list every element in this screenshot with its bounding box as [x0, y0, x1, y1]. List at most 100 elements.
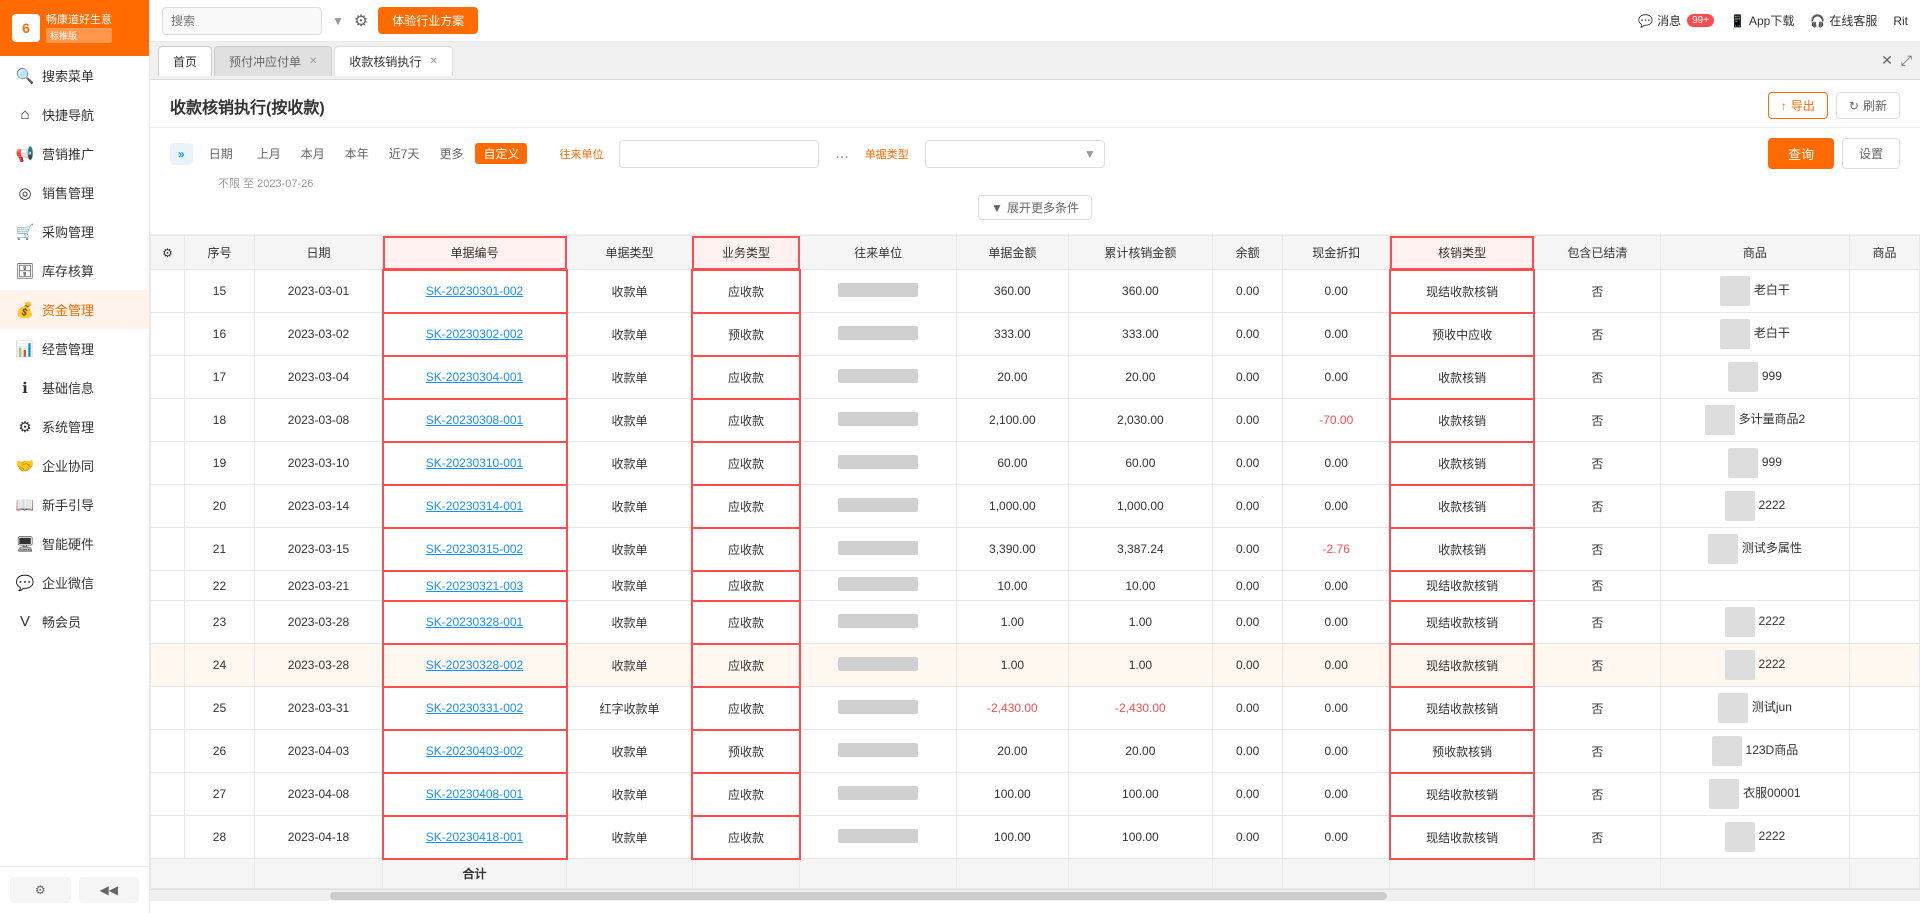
horizontal-scrollbar[interactable] [150, 889, 1920, 901]
bill-no-link[interactable]: SK-20230310-001 [426, 456, 523, 470]
sidebar-item-collab[interactable]: 🤝 企业协同 [0, 446, 149, 485]
sidebar-item-inventory[interactable]: 🗄 库存核算 [0, 251, 149, 290]
tab-close-all-icon[interactable]: ✕ [1881, 52, 1893, 69]
bill-no-link[interactable]: SK-20230328-001 [426, 615, 523, 629]
td-product: 老白干 [1660, 313, 1849, 356]
topbar-industry-btn[interactable]: 体验行业方案 [378, 7, 478, 34]
export-button[interactable]: ↑ 导出 [1768, 92, 1828, 119]
product-thumb [1725, 491, 1755, 521]
partner-filter-label: 往来单位 [559, 146, 603, 162]
td-date: 2023-03-04 [254, 356, 382, 399]
query-button[interactable]: 查询 [1768, 138, 1834, 169]
bill-no-link[interactable]: SK-20230321-003 [426, 579, 523, 593]
sidebar-item-marketing[interactable]: 📢 营销推广 [0, 134, 149, 173]
filter-expand-icon[interactable]: » [170, 143, 193, 165]
td-product2 [1849, 816, 1919, 859]
date-btn-last-month[interactable]: 上月 [249, 143, 289, 164]
bill-no-link[interactable]: SK-20230308-001 [426, 413, 523, 427]
sidebar-item-operation[interactable]: 📊 经营管理 [0, 329, 149, 368]
sidebar-item-finance[interactable]: 💰 资金管理 [0, 290, 149, 329]
bill-no-link[interactable]: SK-20230302-002 [426, 327, 523, 341]
th-gear[interactable]: ⚙ [151, 236, 185, 270]
topbar-messages-item[interactable]: 💬 消息 99+ [1638, 12, 1714, 29]
sidebar-menu: 🔍 搜索菜单 ⌂ 快捷导航 📢 营销推广 ◎ 销售管理 🛒 采购管理 🗄 库存核… [0, 56, 149, 866]
receipt-type-wrapper[interactable]: ▼ [925, 140, 1105, 168]
sidebar-settings-btn[interactable]: ⚙ [10, 877, 71, 903]
sidebar-item-system[interactable]: ⚙ 系统管理 [0, 407, 149, 446]
td-product: 测试多属性 [1660, 528, 1849, 571]
date-btn-more[interactable]: 更多 [431, 143, 471, 164]
bill-no-link[interactable]: SK-20230403-002 [426, 744, 523, 758]
tab-home[interactable]: 首页 [158, 46, 212, 76]
topbar-app-label: App下载 [1749, 12, 1794, 29]
sidebar-item-guide-label: 快捷导航 [42, 105, 94, 124]
th-bill-type: 单据类型 [567, 236, 693, 270]
refresh-button[interactable]: ↻ 刷新 [1836, 92, 1900, 119]
sidebar-item-guide[interactable]: ⌂ 快捷导航 [0, 95, 149, 134]
sidebar-item-sales[interactable]: ◎ 销售管理 [0, 173, 149, 212]
td-writeoff-type: 现结收款核销 [1390, 601, 1535, 644]
hardware-icon: 🖥 [16, 535, 34, 553]
td-biz-type: 应收款 [692, 773, 799, 816]
expand-more-btn[interactable]: ▼ 展开更多条件 [978, 195, 1092, 220]
date-btn-this-month[interactable]: 本月 [293, 143, 333, 164]
date-btn-7days[interactable]: 近7天 [381, 143, 428, 164]
td-partner [800, 485, 957, 528]
td-product: 2222 [1660, 485, 1849, 528]
td-include-settled: 否 [1534, 571, 1660, 601]
bill-no-link[interactable]: SK-20230331-002 [426, 701, 523, 715]
bill-no-link[interactable]: SK-20230418-001 [426, 830, 523, 844]
sidebar-item-wechat[interactable]: 💬 企业微信 [0, 563, 149, 602]
topbar-app-item[interactable]: 📱 App下载 [1730, 12, 1794, 29]
bill-no-link[interactable]: SK-20230314-001 [426, 499, 523, 513]
topbar-support-item[interactable]: 🎧 在线客服 [1810, 12, 1877, 29]
date-btn-custom[interactable]: 自定义 [475, 143, 527, 164]
bill-no-link[interactable]: SK-20230304-001 [426, 370, 523, 384]
bill-no-link[interactable]: SK-20230301-002 [426, 284, 523, 298]
sidebar-item-vip[interactable]: V 畅会员 [0, 602, 149, 641]
td-writeoff: 100.00 [1068, 773, 1213, 816]
tab-maximize-icon[interactable]: ⤢ [1901, 52, 1912, 69]
topbar-search-input[interactable] [162, 7, 322, 35]
partner-blurred [838, 455, 918, 469]
td-seq: 25 [185, 687, 255, 730]
topbar-gear-icon[interactable]: ⚙ [354, 11, 368, 31]
collab-icon: 🤝 [16, 457, 34, 475]
sidebar-item-newbie[interactable]: 📖 新手引导 [0, 485, 149, 524]
td-writeoff: 3,387.24 [1068, 528, 1213, 571]
sidebar-item-hardware[interactable]: 🖥 智能硬件 [0, 524, 149, 563]
topbar-dropdown-arrow[interactable]: ▼ [332, 14, 344, 28]
tab-payable[interactable]: 预付冲应付单 ✕ [214, 46, 332, 76]
sidebar-footer: ⚙ ◀◀ [0, 866, 149, 913]
sidebar-item-basic[interactable]: ℹ 基础信息 [0, 368, 149, 407]
td-seq: 26 [185, 730, 255, 773]
td-bill-no: SK-20230314-001 [383, 485, 567, 528]
partner-ellipsis[interactable]: ... [835, 145, 848, 163]
table-header-row: ⚙ 序号 日期 单据编号 单据类型 业务类型 往来单位 单据金额 累计核销金额 … [151, 236, 1920, 270]
td-include-settled: 否 [1534, 270, 1660, 313]
td-date: 2023-03-28 [254, 644, 382, 687]
topbar-user-item[interactable]: Rit [1893, 14, 1908, 28]
td-partner [800, 601, 957, 644]
sidebar-collapse-btn[interactable]: ◀◀ [79, 877, 140, 903]
td-amount: 100.00 [957, 773, 1068, 816]
footer-settled [1534, 859, 1660, 889]
tab-collection[interactable]: 收款核销执行 ✕ [334, 46, 452, 76]
filter-settings-button[interactable]: 设置 [1842, 138, 1900, 169]
td-writeoff: 100.00 [1068, 816, 1213, 859]
bill-no-link[interactable]: SK-20230328-002 [426, 658, 523, 672]
td-writeoff: 2,030.00 [1068, 399, 1213, 442]
td-seq: 22 [185, 571, 255, 601]
tab-collection-close[interactable]: ✕ [429, 56, 437, 67]
date-btn-this-year[interactable]: 本年 [337, 143, 377, 164]
td-bill-type: 红字收款单 [567, 687, 693, 730]
td-bill-no: SK-20230304-001 [383, 356, 567, 399]
td-bill-type: 收款单 [567, 313, 693, 356]
td-date: 2023-03-28 [254, 601, 382, 644]
td-amount: 60.00 [957, 442, 1068, 485]
tab-payable-close[interactable]: ✕ [309, 56, 317, 67]
bill-no-link[interactable]: SK-20230315-002 [426, 542, 523, 556]
sidebar-item-search[interactable]: 🔍 搜索菜单 [0, 56, 149, 95]
sidebar-item-purchase[interactable]: 🛒 采购管理 [0, 212, 149, 251]
bill-no-link[interactable]: SK-20230408-001 [426, 787, 523, 801]
